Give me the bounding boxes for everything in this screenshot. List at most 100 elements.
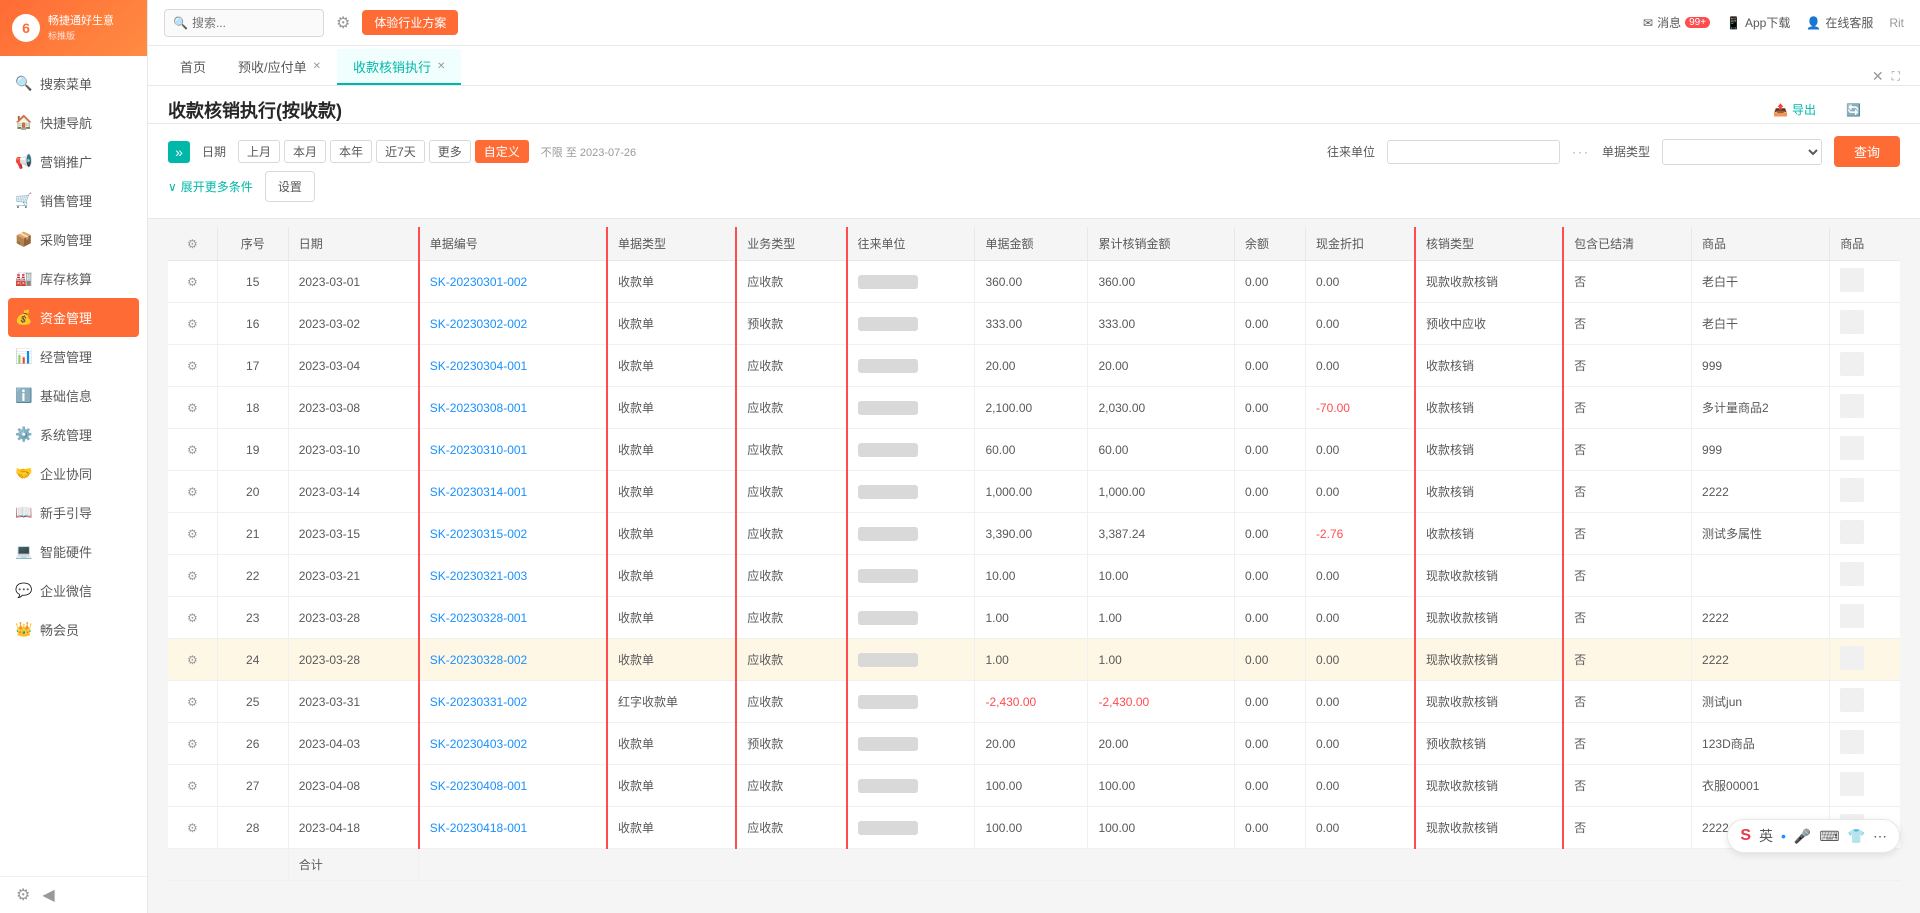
date-btn-thisyear[interactable]: 本年 [330,140,372,163]
sidebar-item-wechat[interactable]: 💬企业微信 [0,571,147,610]
date-btn-more[interactable]: 更多 [429,140,471,163]
sidebar-item-hardware[interactable]: 💻智能硬件 [0,532,147,571]
settings-icon[interactable]: ⚙ [16,885,30,905]
sidebar-item-sales[interactable]: 🛒销售管理 [0,181,147,220]
row-gear[interactable]: ⚙ [168,471,217,513]
tab-prereceipt[interactable]: 预收/应付单✕ [222,49,337,85]
row-gear[interactable]: ⚙ [168,597,217,639]
doc-no-link[interactable]: SK-20230302-002 [430,317,527,331]
doc-no-link[interactable]: SK-20230301-002 [430,275,527,289]
row-doc-no: SK-20230301-002 [419,261,607,303]
sidebar-item-purchase[interactable]: 📦采购管理 [0,220,147,259]
tab-home[interactable]: 首页 [164,49,222,85]
table-row: ⚙ 24 2023-03-28 SK-20230328-002 收款单 应收款 … [168,639,1900,681]
sidebar-item-guide[interactable]: 📖新手引导 [0,493,147,532]
row-verify-amount: 1.00 [1088,639,1235,681]
sidebar-item-search[interactable]: 🔍搜索菜单 [0,64,147,103]
row-gear[interactable]: ⚙ [168,639,217,681]
row-doc-no: SK-20230310-001 [419,429,607,471]
row-gear[interactable]: ⚙ [168,513,217,555]
sidebar-item-inventory[interactable]: 🏭库存核算 [0,259,147,298]
col-gear[interactable]: ⚙ [168,227,217,261]
row-goods [1692,555,1830,597]
row-gear[interactable]: ⚙ [168,303,217,345]
row-doc-no: SK-20230308-001 [419,387,607,429]
doc-no-link[interactable]: SK-20230328-002 [430,653,527,667]
refresh-button[interactable]: 🔄 刷新 [1835,96,1900,123]
row-balance: 0.00 [1235,261,1306,303]
filter-settings-btn[interactable]: 设置 [265,171,315,202]
collapse-icon[interactable]: ◀ [42,885,54,905]
date-btn-lastmonth[interactable]: 上月 [238,140,280,163]
doc-no-link[interactable]: SK-20230308-001 [430,401,527,415]
s-tool6[interactable]: ⋯ [1873,828,1887,845]
more-dots[interactable]: ··· [1572,145,1590,159]
message-button[interactable]: ✉ 消息 99+ [1643,14,1710,31]
tab-receipt-verify[interactable]: 收款核销执行✕ [337,49,461,85]
app-download-button[interactable]: 📱 App下载 [1726,14,1790,31]
doc-no-link[interactable]: SK-20230315-002 [430,527,527,541]
partner-blurred [858,485,918,499]
query-button[interactable]: 查询 [1834,136,1900,167]
row-biz-type: 应收款 [736,261,846,303]
row-doc-no: SK-20230328-002 [419,639,607,681]
row-gear[interactable]: ⚙ [168,345,217,387]
doc-no-link[interactable]: SK-20230331-002 [430,695,527,709]
s-tool5[interactable]: 👕 [1848,828,1865,845]
s-tool1[interactable]: 英 [1759,826,1773,846]
solution-button[interactable]: 体验行业方案 [362,10,458,35]
doc-no-link[interactable]: SK-20230328-001 [430,611,527,625]
date-btn-thismonth[interactable]: 本月 [284,140,326,163]
row-gear[interactable]: ⚙ [168,387,217,429]
online-service-button[interactable]: 👤 在线客服 [1806,14,1873,31]
row-no: 24 [217,639,288,681]
partner-input[interactable] [1387,140,1560,164]
row-gear[interactable]: ⚙ [168,807,217,849]
row-cancel-type: 预收款核销 [1415,723,1563,765]
doc-no-link[interactable]: SK-20230321-003 [430,569,527,583]
sidebar-item-quicknav[interactable]: 🏠快捷导航 [0,103,147,142]
date-btn-custom[interactable]: 自定义 [475,140,529,163]
doc-no-link[interactable]: SK-20230418-001 [430,821,527,835]
sidebar-item-member[interactable]: 👑畅会员 [0,610,147,649]
s-tool4[interactable]: ⌨ [1819,828,1839,845]
s-tool2[interactable]: • [1781,828,1786,844]
row-include-settled: 否 [1563,555,1691,597]
window-close-icon[interactable]: ✕ [1872,68,1884,85]
window-expand-icon[interactable]: ⛶ [1892,69,1900,84]
topbar-search-box[interactable]: 🔍 [164,9,324,37]
expand-filter-btn[interactable]: ∨ 展开更多条件 设置 [168,171,1900,202]
row-gear[interactable]: ⚙ [168,555,217,597]
tab-close-receipt-verify[interactable]: ✕ [437,61,445,72]
row-gear[interactable]: ⚙ [168,429,217,471]
doc-no-link[interactable]: SK-20230314-001 [430,485,527,499]
row-gear[interactable]: ⚙ [168,723,217,765]
row-gear[interactable]: ⚙ [168,681,217,723]
export-button[interactable]: 📤 导出 [1762,96,1827,123]
s-tool3[interactable]: 🎤 [1794,828,1811,845]
member-icon: 👑 [16,622,32,638]
sidebar-item-marketing[interactable]: 📢营销推广 [0,142,147,181]
gear-icon[interactable]: ⚙ [336,13,350,33]
doc-no-link[interactable]: SK-20230304-001 [430,359,527,373]
row-biz-type: 应收款 [736,513,846,555]
partner-blurred [858,779,918,793]
doc-no-link[interactable]: SK-20230408-001 [430,779,527,793]
row-gear[interactable]: ⚙ [168,261,217,303]
filter-toggle-btn[interactable]: » [168,141,190,163]
row-goods2 [1830,555,1900,597]
sidebar-item-business[interactable]: 📊经营管理 [0,337,147,376]
row-gear[interactable]: ⚙ [168,765,217,807]
search-input[interactable] [192,16,315,30]
doc-no-link[interactable]: SK-20230310-001 [430,443,527,457]
doc-no-link[interactable]: SK-20230403-002 [430,737,527,751]
sidebar-item-finance[interactable]: 💰资金管理 [8,298,139,337]
row-partner [847,597,975,639]
receipt-type-select[interactable] [1662,139,1822,165]
tab-close-prereceipt[interactable]: ✕ [313,61,321,72]
sidebar-item-system[interactable]: ⚙️系统管理 [0,415,147,454]
sidebar-item-basic[interactable]: ℹ️基础信息 [0,376,147,415]
date-btn-7days[interactable]: 近7天 [376,140,425,163]
sidebar-item-enterprise[interactable]: 🤝企业协同 [0,454,147,493]
row-date: 2023-03-08 [288,387,419,429]
